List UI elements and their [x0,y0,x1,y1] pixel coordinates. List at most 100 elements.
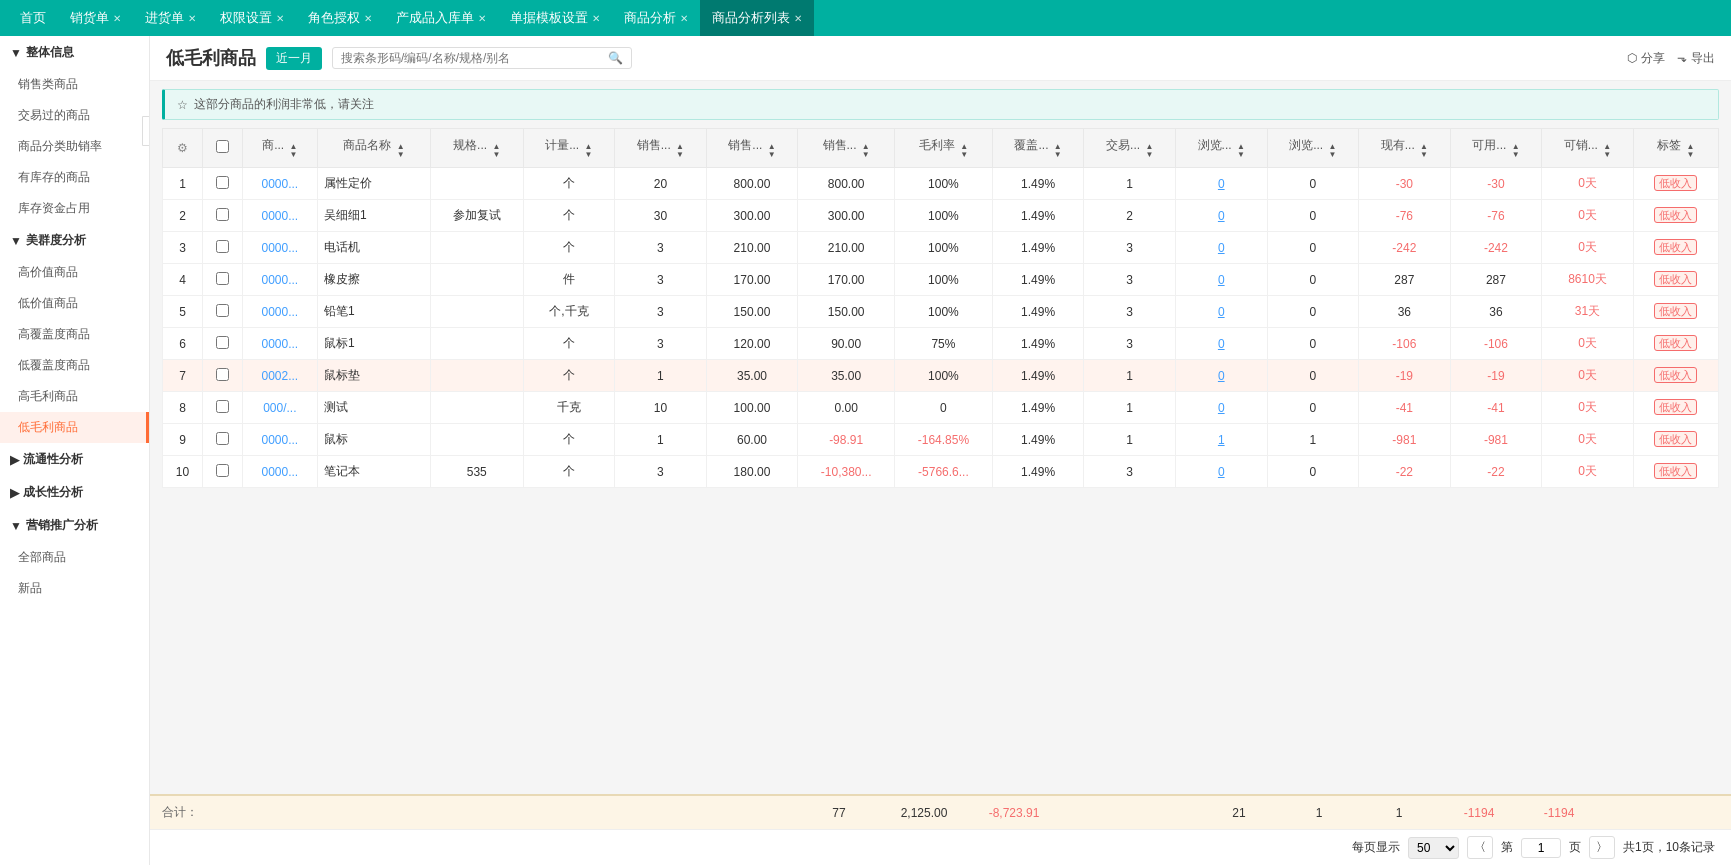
row-checkbox[interactable] [203,200,243,232]
nav-product-analysis-list[interactable]: 商品分析列表 ✕ [700,0,814,36]
sidebar-section-marketing[interactable]: ▼ 营销推广分析 [0,509,149,542]
column-sellable-days-header[interactable]: 可销... ▲▼ [1542,129,1634,168]
page-size-select[interactable]: 50 100 200 [1408,837,1459,859]
close-icon[interactable]: ✕ [276,13,284,24]
row-view2: 0 [1267,232,1359,264]
sidebar-item-low-value[interactable]: 低价值商品 [0,288,149,319]
row-checkbox[interactable] [203,456,243,488]
sidebar-section-growth[interactable]: ▶ 成长性分析 [0,476,149,509]
column-code-header[interactable]: 商... ▲▼ [242,129,318,168]
column-tag-header[interactable]: 标签 ▲▼ [1633,129,1718,168]
row-checkbox[interactable] [203,168,243,200]
column-settings-button[interactable]: ⚙ [163,129,203,168]
column-checkbox-header[interactable] [203,129,243,168]
share-button[interactable]: ⬡ 分享 [1627,50,1665,67]
search-input[interactable] [341,51,608,65]
column-available-header[interactable]: 可用... ▲▼ [1450,129,1542,168]
next-page-button[interactable]: 〉 [1589,836,1615,859]
sidebar-section-beauty[interactable]: ▼ 美群度分析 [0,224,149,257]
column-view1-header[interactable]: 浏览... ▲▼ [1175,129,1267,168]
nav-purchase-order[interactable]: 进货单 ✕ [133,0,208,36]
column-sales-qty-header[interactable]: 销售... ▲▼ [615,129,707,168]
row-view1[interactable]: 0 [1175,168,1267,200]
close-icon[interactable]: ✕ [364,13,372,24]
table-row: 7 0002... 鼠标垫 个 1 35.00 35.00 100% 1.49%… [163,360,1719,392]
row-view1[interactable]: 0 [1175,296,1267,328]
nav-permission[interactable]: 权限设置 ✕ [208,0,296,36]
row-select-checkbox[interactable] [216,336,229,349]
sidebar-item-traded-products[interactable]: 交易过的商品 [0,100,149,131]
column-name-header[interactable]: 商品名称 ▲▼ [318,129,431,168]
row-view1[interactable]: 0 [1175,200,1267,232]
nav-product-analysis[interactable]: 商品分析 ✕ [612,0,700,36]
column-spec-header[interactable]: 规格... ▲▼ [430,129,523,168]
row-view1[interactable]: 0 [1175,360,1267,392]
row-select-checkbox[interactable] [216,176,229,189]
tag-badge: 低收入 [1654,335,1697,351]
sidebar-item-all-products[interactable]: 全部商品 [0,542,149,573]
row-checkbox[interactable] [203,296,243,328]
row-view1[interactable]: 0 [1175,264,1267,296]
row-view1[interactable]: 0 [1175,328,1267,360]
row-view1[interactable]: 0 [1175,232,1267,264]
column-sales-amt-header[interactable]: 销售... ▲▼ [706,129,798,168]
nav-sales-order[interactable]: 销货单 ✕ [58,0,133,36]
column-transaction-header[interactable]: 交易... ▲▼ [1084,129,1176,168]
sidebar-item-sales-products[interactable]: 销售类商品 [0,69,149,100]
sidebar-item-high-value[interactable]: 高价值商品 [0,257,149,288]
row-select-checkbox[interactable] [216,304,229,317]
page-number-input[interactable] [1521,838,1561,858]
sidebar-item-stock-capital[interactable]: 库存资金占用 [0,193,149,224]
sidebar-item-category-assist[interactable]: 商品分类助销率 [0,131,149,162]
row-checkbox[interactable] [203,392,243,424]
sidebar-item-low-margin[interactable]: 低毛利商品 [0,412,149,443]
sidebar-section-overall[interactable]: ▼ 整体信息 [0,36,149,69]
sidebar-section-liquidity[interactable]: ▶ 流通性分析 [0,443,149,476]
close-icon[interactable]: ✕ [478,13,486,24]
export-button[interactable]: ⬎ 导出 [1677,50,1715,67]
sidebar-item-in-stock[interactable]: 有库存的商品 [0,162,149,193]
sidebar-item-high-coverage[interactable]: 高覆盖度商品 [0,319,149,350]
row-checkbox[interactable] [203,424,243,456]
prev-page-button[interactable]: 〈 [1467,836,1493,859]
row-view1[interactable]: 0 [1175,456,1267,488]
close-icon[interactable]: ✕ [680,13,688,24]
row-sales-qty: 3 [615,456,707,488]
row-select-checkbox[interactable] [216,240,229,253]
nav-template[interactable]: 单据模板设置 ✕ [498,0,612,36]
search-icon[interactable]: 🔍 [608,51,623,65]
sidebar-collapse-button[interactable]: 《 [142,116,150,146]
column-view2-header[interactable]: 浏览... ▲▼ [1267,129,1359,168]
column-gross-margin-header[interactable]: 毛利率 ▲▼ [895,129,993,168]
column-sales-profit-header[interactable]: 销售... ▲▼ [798,129,895,168]
row-view1[interactable]: 0 [1175,392,1267,424]
row-checkbox[interactable] [203,232,243,264]
sidebar-item-low-coverage[interactable]: 低覆盖度商品 [0,350,149,381]
row-coverage: 1.49% [992,424,1084,456]
close-icon[interactable]: ✕ [592,13,600,24]
column-coverage-header[interactable]: 覆盖... ▲▼ [992,129,1084,168]
date-filter-button[interactable]: 近一月 [266,47,322,70]
row-select-checkbox[interactable] [216,432,229,445]
row-select-checkbox[interactable] [216,464,229,477]
row-coverage: 1.49% [992,328,1084,360]
row-checkbox[interactable] [203,360,243,392]
sidebar-item-new-products[interactable]: 新品 [0,573,149,604]
row-checkbox[interactable] [203,328,243,360]
row-select-checkbox[interactable] [216,368,229,381]
nav-role[interactable]: 角色授权 ✕ [296,0,384,36]
sidebar-item-high-margin[interactable]: 高毛利商品 [0,381,149,412]
row-checkbox[interactable] [203,264,243,296]
row-view1[interactable]: 1 [1175,424,1267,456]
row-select-checkbox[interactable] [216,208,229,221]
row-select-checkbox[interactable] [216,272,229,285]
column-current-stock-header[interactable]: 现有... ▲▼ [1359,129,1451,168]
row-select-checkbox[interactable] [216,400,229,413]
close-icon[interactable]: ✕ [113,13,121,24]
select-all-checkbox[interactable] [216,140,229,153]
nav-product-entry[interactable]: 产成品入库单 ✕ [384,0,498,36]
column-unit-header[interactable]: 计量... ▲▼ [523,129,615,168]
close-icon[interactable]: ✕ [794,13,802,24]
nav-home[interactable]: 首页 [8,0,58,36]
close-icon[interactable]: ✕ [188,13,196,24]
